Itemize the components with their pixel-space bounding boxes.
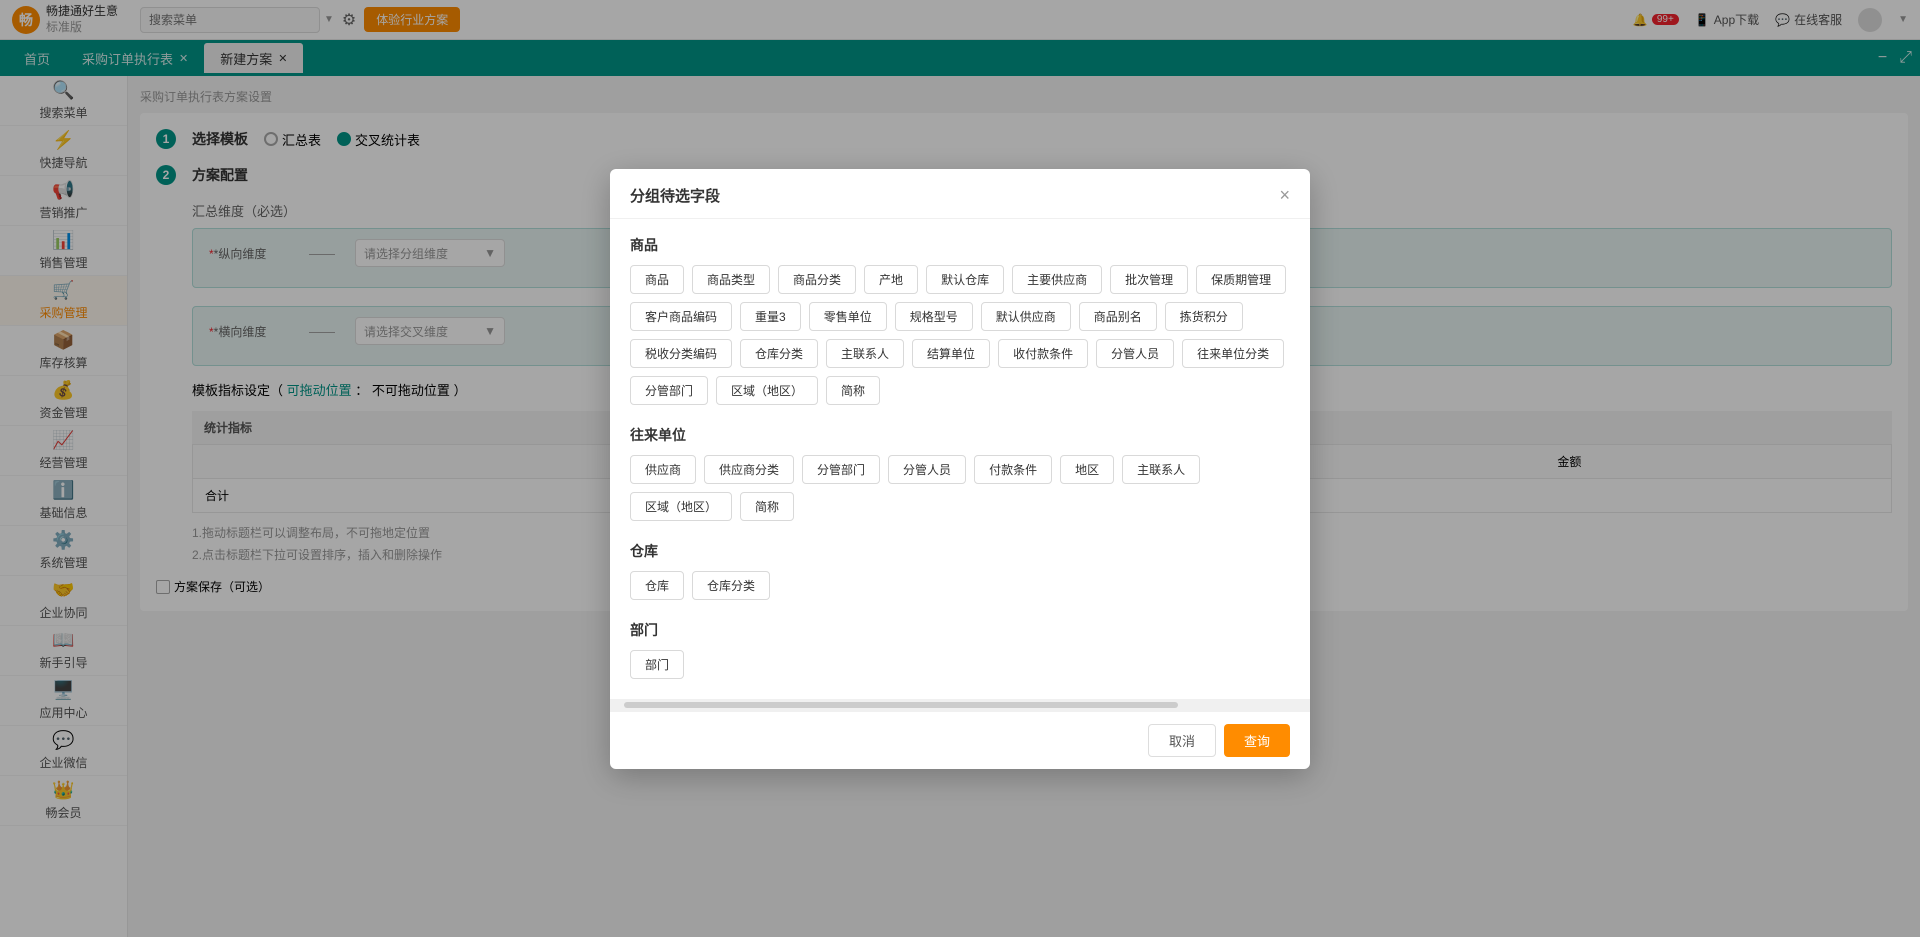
field-tag-goods-24[interactable]: 简称 [826, 376, 880, 405]
field-tag-partner-3[interactable]: 分管人员 [888, 455, 966, 484]
modal-horizontal-scrollbar[interactable] [610, 699, 1310, 711]
confirm-button[interactable]: 查询 [1224, 724, 1290, 757]
field-tag-goods-15[interactable]: 税收分类编码 [630, 339, 732, 368]
field-tags-warehouse: 仓库 仓库分类 [630, 571, 1290, 600]
field-tag-goods-0[interactable]: 商品 [630, 265, 684, 294]
field-tags-goods: 商品 商品类型 商品分类 产地 默认仓库 主要供应商 批次管理 保质期管理 客户… [630, 265, 1290, 405]
field-tag-goods-3[interactable]: 产地 [864, 265, 918, 294]
field-tag-partner-2[interactable]: 分管部门 [802, 455, 880, 484]
field-tag-goods-11[interactable]: 规格型号 [895, 302, 973, 331]
modal-close-button[interactable]: × [1279, 186, 1290, 204]
field-group-goods-title: 商品 [630, 235, 1290, 255]
field-tag-partner-1[interactable]: 供应商分类 [704, 455, 794, 484]
field-tag-goods-1[interactable]: 商品类型 [692, 265, 770, 294]
field-tag-goods-10[interactable]: 零售单位 [809, 302, 887, 331]
cancel-button[interactable]: 取消 [1148, 724, 1216, 757]
field-tag-goods-20[interactable]: 分管人员 [1096, 339, 1174, 368]
field-tag-goods-13[interactable]: 商品别名 [1079, 302, 1157, 331]
field-tag-partner-4[interactable]: 付款条件 [974, 455, 1052, 484]
modal-title: 分组待选字段 [630, 185, 720, 206]
field-tag-goods-2[interactable]: 商品分类 [778, 265, 856, 294]
field-tag-goods-19[interactable]: 收付款条件 [998, 339, 1088, 368]
field-tag-goods-8[interactable]: 客户商品编码 [630, 302, 732, 331]
modal-footer: 取消 查询 [610, 711, 1310, 769]
field-tag-goods-9[interactable]: 重量3 [740, 302, 801, 331]
modal-body: 商品 商品 商品类型 商品分类 产地 默认仓库 主要供应商 批次管理 保质期管理… [610, 219, 1310, 699]
field-tag-goods-5[interactable]: 主要供应商 [1012, 265, 1102, 294]
field-tag-goods-12[interactable]: 默认供应商 [981, 302, 1071, 331]
field-tag-warehouse-0[interactable]: 仓库 [630, 571, 684, 600]
field-tag-warehouse-1[interactable]: 仓库分类 [692, 571, 770, 600]
field-tags-partner: 供应商 供应商分类 分管部门 分管人员 付款条件 地区 主联系人 区域（地区） … [630, 455, 1290, 521]
field-tag-goods-7[interactable]: 保质期管理 [1196, 265, 1286, 294]
field-tag-goods-18[interactable]: 结算单位 [912, 339, 990, 368]
field-tag-goods-22[interactable]: 分管部门 [630, 376, 708, 405]
field-tag-dept-0[interactable]: 部门 [630, 650, 684, 679]
field-group-dept-title: 部门 [630, 620, 1290, 640]
field-selection-modal: 分组待选字段 × 商品 商品 商品类型 商品分类 产地 默认仓库 主要供应商 批… [610, 169, 1310, 769]
field-tag-partner-8[interactable]: 简称 [740, 492, 794, 521]
field-tag-goods-6[interactable]: 批次管理 [1110, 265, 1188, 294]
field-group-partner: 往来单位 供应商 供应商分类 分管部门 分管人员 付款条件 地区 主联系人 区域… [630, 425, 1290, 521]
field-tag-goods-21[interactable]: 往来单位分类 [1182, 339, 1284, 368]
field-tag-partner-0[interactable]: 供应商 [630, 455, 696, 484]
field-tag-goods-17[interactable]: 主联系人 [826, 339, 904, 368]
field-tag-goods-14[interactable]: 拣货积分 [1165, 302, 1243, 331]
modal-overlay: 分组待选字段 × 商品 商品 商品类型 商品分类 产地 默认仓库 主要供应商 批… [0, 0, 1920, 937]
field-group-warehouse: 仓库 仓库 仓库分类 [630, 541, 1290, 600]
field-tag-partner-6[interactable]: 主联系人 [1122, 455, 1200, 484]
field-tag-goods-16[interactable]: 仓库分类 [740, 339, 818, 368]
field-group-dept: 部门 部门 [630, 620, 1290, 679]
field-tags-dept: 部门 [630, 650, 1290, 679]
field-tag-partner-7[interactable]: 区域（地区） [630, 492, 732, 521]
field-group-warehouse-title: 仓库 [630, 541, 1290, 561]
field-tag-goods-4[interactable]: 默认仓库 [926, 265, 1004, 294]
field-tag-goods-23[interactable]: 区域（地区） [716, 376, 818, 405]
hscroll-thumb[interactable] [624, 702, 1178, 708]
field-group-goods: 商品 商品 商品类型 商品分类 产地 默认仓库 主要供应商 批次管理 保质期管理… [630, 235, 1290, 405]
field-group-partner-title: 往来单位 [630, 425, 1290, 445]
field-tag-partner-5[interactable]: 地区 [1060, 455, 1114, 484]
modal-header: 分组待选字段 × [610, 169, 1310, 219]
